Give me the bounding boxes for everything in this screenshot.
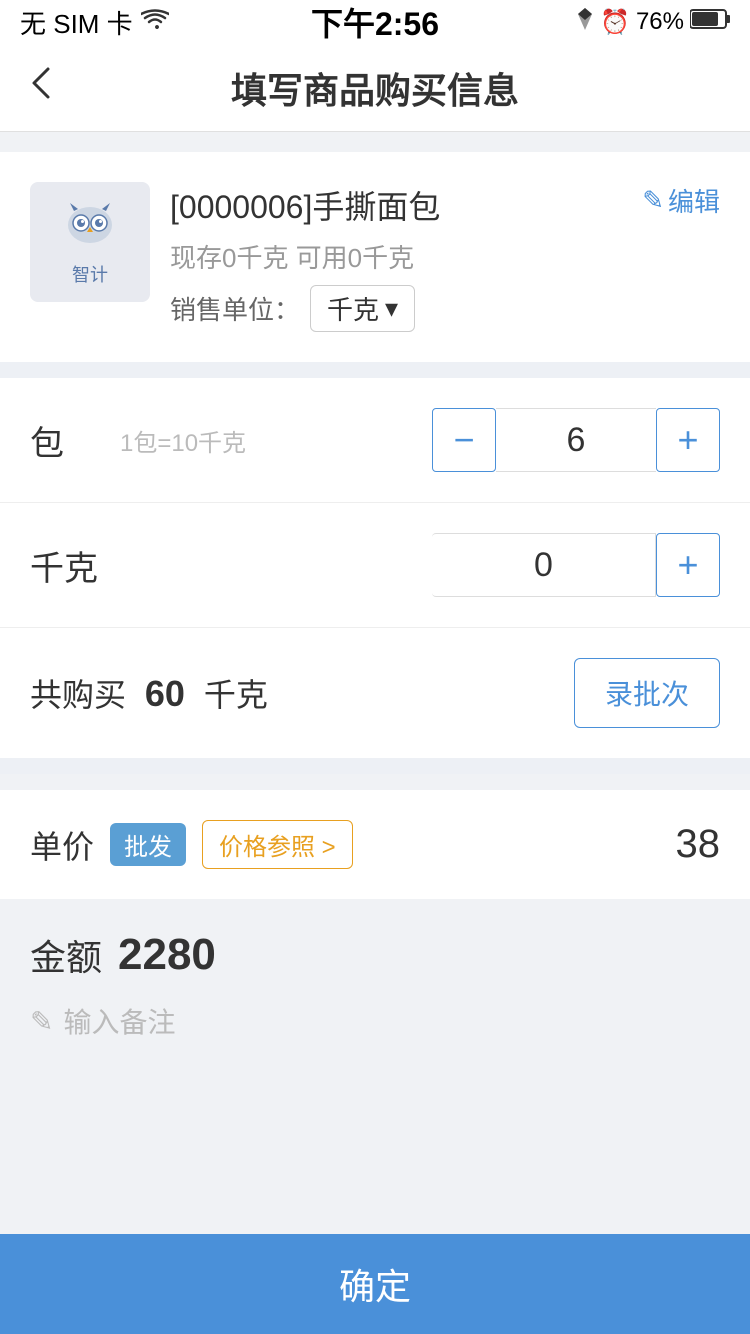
note-row: ✎ 输入备注 [30, 1001, 720, 1041]
status-left: 无 SIM 卡 [20, 4, 169, 41]
back-button[interactable] [30, 65, 52, 110]
product-name: [0000006]手撕面包 [170, 182, 440, 228]
price-tag: 批发 [110, 823, 186, 866]
product-card: 智计 [0000006]手撕面包 ✎ 编辑 现存0千克 可用0千克 销售单位： … [0, 152, 750, 362]
total-text: 共购买 60 千克 [30, 670, 268, 716]
amount-row: 金额 2280 [30, 929, 720, 981]
quantity-controls-kg: + [432, 533, 720, 597]
status-bar: 无 SIM 卡 下午2:56 ⏰ 76% [0, 0, 750, 44]
note-placeholder[interactable]: 输入备注 [63, 1001, 175, 1041]
batch-button[interactable]: 录批次 [574, 658, 720, 728]
total-suffix: 千克 [204, 677, 268, 713]
page-title: 填写商品购买信息 [231, 62, 519, 114]
quantity-label-kg: 千克 [30, 541, 110, 590]
edit-label: 编辑 [668, 182, 720, 219]
wifi-icon [141, 7, 169, 38]
total-row: 共购买 60 千克 录批次 [0, 628, 750, 758]
unit-value: 千克 [327, 290, 379, 327]
product-image: 智计 [30, 182, 150, 302]
product-brand: 智计 [72, 261, 108, 287]
price-ref-button[interactable]: 价格参照 > [202, 820, 353, 869]
quantity-plus-button-bao[interactable]: + [656, 408, 720, 472]
quantity-minus-button-bao[interactable]: − [432, 408, 496, 472]
quantity-row-bao: 包 1包=10千克 − + [0, 378, 750, 503]
amount-section: 金额 2280 ✎ 输入备注 [0, 899, 750, 1057]
confirm-button[interactable]: 确定 [0, 1234, 750, 1334]
batch-label: 录批次 [605, 679, 689, 710]
carrier-label: 无 SIM 卡 [20, 4, 133, 41]
status-time: 下午2:56 [311, 0, 439, 45]
spacer [0, 1057, 750, 1234]
quantity-hint-bao: 1包=10千克 [120, 423, 432, 458]
product-logo [60, 197, 120, 257]
battery-label: 76% [636, 8, 684, 36]
edit-button[interactable]: ✎ 编辑 [642, 182, 720, 219]
product-stock: 现存0千克 可用0千克 [170, 238, 720, 275]
price-section: 单价 批发 价格参照 > 38 [0, 790, 750, 899]
price-ref-label: 价格参照 > [219, 827, 336, 862]
amount-value: 2280 [118, 930, 216, 980]
unit-chevron-icon: ▾ [385, 293, 398, 324]
location-icon [576, 8, 594, 37]
quantity-plus-button-kg[interactable]: + [656, 533, 720, 597]
battery-icon [690, 8, 730, 37]
quantity-input-bao[interactable] [496, 408, 656, 472]
nav-bar: 填写商品购买信息 [0, 44, 750, 132]
divider-2 [0, 758, 750, 774]
unit-select[interactable]: 千克 ▾ [310, 285, 415, 332]
alarm-icon: ⏰ [600, 8, 630, 37]
total-prefix: 共购买 [30, 677, 126, 713]
product-unit-row: 销售单位： 千克 ▾ [170, 285, 720, 332]
quantity-input-kg[interactable] [432, 533, 656, 597]
price-label: 单价 [30, 822, 94, 868]
quantity-controls-bao: − + [432, 408, 720, 472]
pencil-icon: ✎ [30, 1005, 53, 1038]
quantity-label-bao: 包 [30, 416, 110, 465]
divider-1 [0, 362, 750, 378]
quantity-section: 包 1包=10千克 − + 千克 + [0, 378, 750, 628]
quantity-row-kg: 千克 + [0, 503, 750, 628]
total-value: 60 [145, 673, 185, 714]
product-info: [0000006]手撕面包 ✎ 编辑 现存0千克 可用0千克 销售单位： 千克 … [170, 182, 720, 332]
amount-label: 金额 [30, 929, 102, 981]
confirm-label: 确定 [339, 1258, 411, 1310]
status-right: ⏰ 76% [576, 8, 730, 37]
unit-label: 销售单位： [170, 290, 300, 327]
price-value: 38 [676, 822, 721, 867]
edit-icon: ✎ [642, 185, 664, 216]
